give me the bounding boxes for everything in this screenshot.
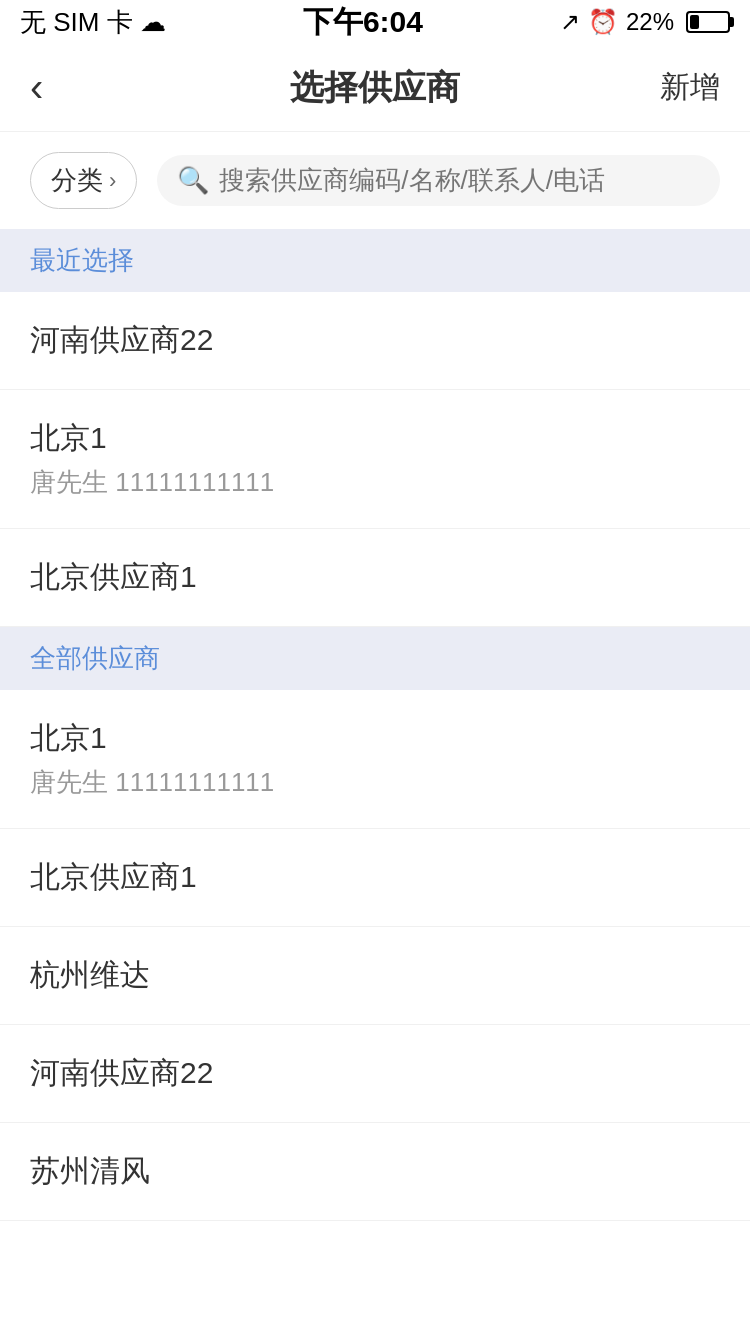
page-title: 选择供应商 — [290, 65, 460, 111]
item-name: 北京1 — [30, 718, 720, 759]
list-item[interactable]: 北京1 唐先生 11111111111 — [0, 390, 750, 529]
location-icon: ↗ — [560, 8, 580, 36]
battery-percent: 22% — [626, 8, 674, 36]
list-item[interactable]: 北京1 唐先生 11111111111 — [0, 690, 750, 829]
all-list: 北京1 唐先生 11111111111 北京供应商1 杭州维达河南供应商22 苏州清风 — [0, 690, 750, 1221]
filter-bar: 分类 › 🔍 — [0, 132, 750, 229]
list-item[interactable]: 杭州维达 — [0, 927, 750, 1025]
battery-icon — [686, 11, 730, 33]
item-name: 河南供应商22 — [30, 320, 720, 361]
category-label: 分类 — [51, 163, 103, 198]
back-button[interactable]: ‹ — [30, 65, 90, 110]
status-left: 无 SIM 卡 ☁ — [20, 5, 166, 40]
nav-bar: ‹ 选择供应商 新增 — [0, 44, 750, 132]
list-item[interactable]: 河南供应商22 — [0, 292, 750, 390]
item-name: 河南供应商22 — [30, 1053, 720, 1094]
item-sub: 唐先生 11111111111 — [30, 765, 720, 800]
search-input[interactable] — [219, 165, 700, 196]
alarm-icon: ⏰ — [588, 8, 618, 36]
status-bar: 无 SIM 卡 ☁ 下午6:04 ↗ ⏰ 22% — [0, 0, 750, 44]
list-item[interactable]: 北京供应商1 — [0, 529, 750, 627]
item-name: 北京供应商1 — [30, 857, 720, 898]
sim-status: 无 SIM 卡 ☁ — [20, 5, 166, 40]
list-item[interactable]: 河南供应商22 — [0, 1025, 750, 1123]
recent-section-header: 最近选择 — [0, 229, 750, 292]
item-name: 北京1 — [30, 418, 720, 459]
item-name: 北京供应商1 — [30, 557, 720, 598]
all-section-label: 全部供应商 — [30, 643, 160, 673]
search-box[interactable]: 🔍 — [157, 155, 720, 206]
chevron-right-icon: › — [109, 168, 116, 194]
status-right: ↗ ⏰ 22% — [560, 8, 730, 36]
category-button[interactable]: 分类 › — [30, 152, 137, 209]
item-name: 杭州维达 — [30, 955, 720, 996]
recent-section-label: 最近选择 — [30, 245, 134, 275]
status-time: 下午6:04 — [303, 2, 423, 43]
recent-list: 河南供应商22 北京1 唐先生 11111111111 北京供应商1 — [0, 292, 750, 627]
item-sub: 唐先生 11111111111 — [30, 465, 720, 500]
list-item[interactable]: 北京供应商1 — [0, 829, 750, 927]
search-icon: 🔍 — [177, 165, 209, 196]
all-section-header: 全部供应商 — [0, 627, 750, 690]
item-name: 苏州清风 — [30, 1151, 720, 1192]
list-item[interactable]: 苏州清风 — [0, 1123, 750, 1221]
add-button[interactable]: 新增 — [660, 67, 720, 108]
